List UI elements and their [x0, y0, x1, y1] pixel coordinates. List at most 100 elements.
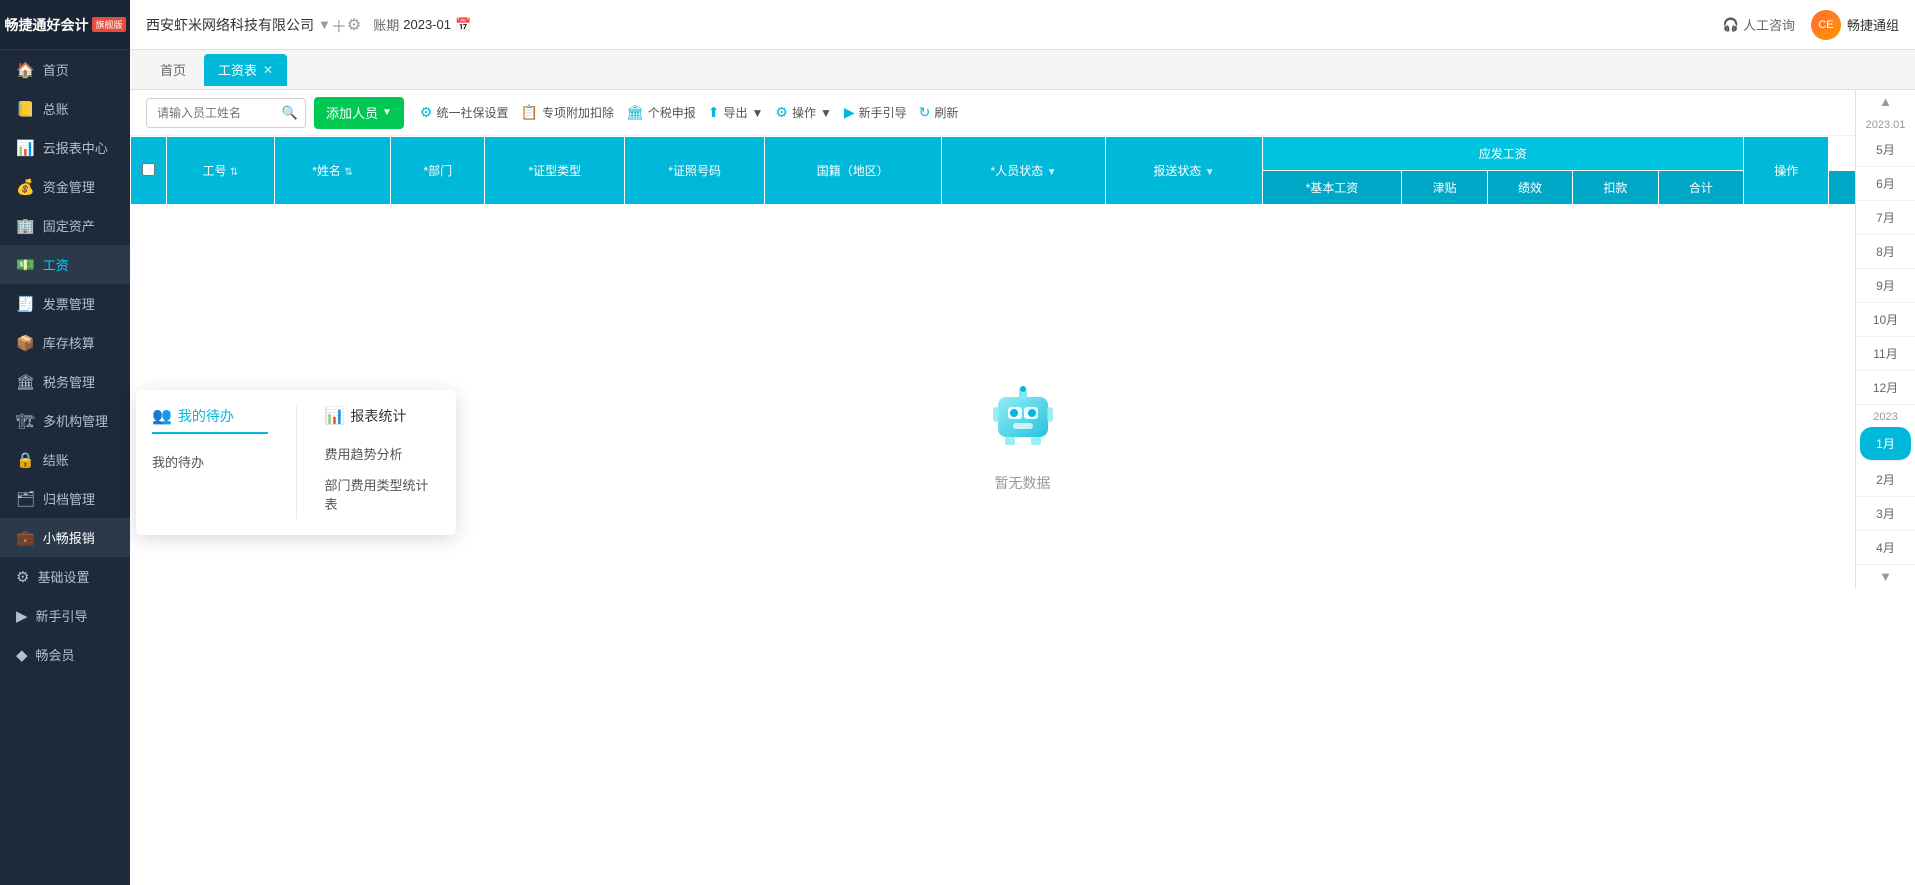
period-calendar-icon[interactable]: 📅: [455, 17, 471, 33]
th-allowance: 津贴: [1402, 171, 1487, 205]
basic-icon: ⚙: [16, 568, 29, 586]
newguide-icon: ▶: [16, 607, 28, 625]
th-salary-group: 应发工资: [1262, 137, 1743, 171]
sidebar-label-multi-org: 多机构管理: [43, 411, 108, 430]
popup-report-header: 📊 报表统计: [325, 406, 441, 426]
month-5-label: 5月: [1876, 143, 1895, 157]
month-1-label: 1月: [1876, 437, 1895, 451]
export-label: 导出: [723, 104, 747, 121]
report-section-icon: 📊: [325, 406, 345, 426]
tab-salary-table[interactable]: 工资表 ✕: [204, 54, 287, 86]
export-icon: ⬆: [708, 104, 720, 121]
sidebar-item-tax[interactable]: 🏛 税务管理: [0, 362, 130, 401]
month-item-4[interactable]: 4月: [1856, 531, 1915, 565]
sidebar-item-ledger[interactable]: 📒 总账: [0, 89, 130, 128]
user-info[interactable]: CE 畅捷通组: [1811, 10, 1899, 40]
tax-report-action[interactable]: 🏛 个税申报: [626, 104, 696, 121]
special-deduct-action[interactable]: 📋 专项附加扣除: [521, 104, 614, 121]
sidebar-item-fixed-assets[interactable]: 🏢 固定资产: [0, 206, 130, 245]
month-item-7[interactable]: 7月: [1856, 201, 1915, 235]
social-insurance-action[interactable]: ⚙ 统一社保设置: [420, 104, 509, 121]
sidebar-item-invoice[interactable]: 🧾 发票管理: [0, 284, 130, 323]
sidebar-item-inventory[interactable]: 📦 库存核算: [0, 323, 130, 362]
company-name: 西安虾米网络科技有限公司: [146, 15, 314, 35]
topbar: 西安虾米网络科技有限公司 ▼ ＋ ⚙ 账期 2023-01 📅 🎧 人工咨询 C…: [130, 0, 1915, 50]
sidebar-item-home[interactable]: 🏠 首页: [0, 50, 130, 89]
sidebar-label-closing: 结账: [43, 450, 69, 469]
month-item-11[interactable]: 11月: [1856, 337, 1915, 371]
month-item-9[interactable]: 9月: [1856, 269, 1915, 303]
checkbox-col-header[interactable]: [131, 137, 167, 205]
fund-icon: 💰: [16, 178, 35, 196]
month-item-6[interactable]: 6月: [1856, 167, 1915, 201]
service-button[interactable]: 🎧 人工咨询: [1723, 15, 1795, 34]
export-action[interactable]: ⬆ 导出 ▼: [708, 104, 764, 121]
sidebar-item-basic[interactable]: ⚙ 基础设置: [0, 557, 130, 596]
sort-icon-name[interactable]: ⇅: [344, 167, 352, 178]
popup-item-dept-cost[interactable]: 部门费用类型统计表: [325, 469, 441, 519]
refresh-action[interactable]: ↻ 刷新: [919, 104, 959, 121]
add-person-button[interactable]: 添加人员 ▼: [314, 97, 404, 129]
sidebar-item-closing[interactable]: 🔒 结账: [0, 440, 130, 479]
select-all-checkbox[interactable]: [142, 163, 155, 176]
xiaochang-icon: 💼: [16, 529, 35, 547]
month-nav-up[interactable]: ▲: [1856, 90, 1915, 113]
sidebar-item-member[interactable]: ◆ 畅会员: [0, 635, 130, 674]
new-guide-label: 新手引导: [859, 104, 907, 121]
person-status-filter-icon[interactable]: ▼: [1047, 167, 1057, 178]
popup-item-cost-trend[interactable]: 费用趋势分析: [325, 438, 441, 469]
month-item-2[interactable]: 2月: [1856, 463, 1915, 497]
th-performance: 绩效: [1487, 171, 1572, 205]
popup-item-mytodo[interactable]: 我的待办: [152, 446, 268, 477]
topbar-settings-icon[interactable]: ⚙: [347, 15, 361, 35]
sidebar-item-newguide[interactable]: ▶ 新手引导: [0, 596, 130, 635]
add-person-label: 添加人员: [326, 103, 378, 122]
month-item-5[interactable]: 5月: [1856, 133, 1915, 167]
report-status-filter-icon[interactable]: ▼: [1205, 167, 1215, 178]
sidebar-label-salary: 工资: [43, 255, 69, 274]
sidebar-item-cloud-report[interactable]: 📊 云报表中心: [0, 128, 130, 167]
sidebar-item-salary[interactable]: 💵 工资: [0, 245, 130, 284]
social-insurance-label: 统一社保设置: [436, 104, 508, 121]
month-item-1[interactable]: 1月: [1860, 427, 1911, 461]
search-icon[interactable]: 🔍: [282, 105, 298, 121]
sidebar-label-inventory: 库存核算: [43, 333, 95, 352]
popup-item-dept-cost-label: 部门费用类型统计表: [325, 478, 429, 512]
operation-action[interactable]: ⚙ 操作 ▼: [775, 104, 831, 121]
sidebar-label-cloud-report: 云报表中心: [43, 138, 108, 157]
th-total: 合计: [1658, 171, 1743, 205]
tab-home[interactable]: 首页: [146, 54, 200, 86]
sidebar-item-fund[interactable]: 💰 资金管理: [0, 167, 130, 206]
ledger-icon: 📒: [16, 100, 35, 118]
tab-home-label: 首页: [160, 60, 186, 79]
month-item-8[interactable]: 8月: [1856, 235, 1915, 269]
home-icon: 🏠: [16, 61, 35, 79]
sidebar-label-ledger: 总账: [43, 99, 69, 118]
sidebar-label-fund: 资金管理: [43, 177, 95, 196]
month-nav-down[interactable]: ▼: [1856, 565, 1915, 588]
popup-report-title: 报表统计: [350, 406, 406, 426]
th-name: *姓名 ⇅: [274, 137, 391, 205]
new-guide-action[interactable]: ▶ 新手引导: [844, 104, 907, 121]
user-avatar: CE: [1811, 10, 1841, 40]
sidebar-logo: 畅捷通好会计 旗舰版: [0, 0, 130, 50]
tab-close-icon[interactable]: ✕: [263, 63, 273, 77]
popup-sections: 👥 我的待办 我的待办 📊 报表统计 费用趋势分析 部门费用类型统计表: [152, 406, 440, 519]
sidebar-item-xiaochang[interactable]: 💼 小畅报销: [0, 518, 130, 557]
month-item-10[interactable]: 10月: [1856, 303, 1915, 337]
month-item-12[interactable]: 12月: [1856, 371, 1915, 405]
fixed-assets-icon: 🏢: [16, 217, 35, 235]
month-panel: ▲ 2023.01 5月 6月 7月 8月 9月 10月 11月 12月 202…: [1855, 90, 1915, 588]
social-insurance-icon: ⚙: [420, 104, 433, 121]
month-2-label: 2月: [1876, 473, 1895, 487]
month-year-top: 2023.01: [1856, 113, 1915, 133]
logo-text: 畅捷通好会计: [4, 15, 88, 35]
cloud-report-icon: 📊: [16, 139, 35, 157]
sidebar-label-xiaochang: 小畅报销: [43, 528, 95, 547]
sort-icon-id[interactable]: ⇅: [230, 167, 238, 178]
month-item-3[interactable]: 3月: [1856, 497, 1915, 531]
sidebar-item-multi-org[interactable]: 🏗 多机构管理: [0, 401, 130, 440]
sidebar-item-archive[interactable]: 🗂 归档管理: [0, 479, 130, 518]
topbar-add-icon[interactable]: ＋: [331, 13, 347, 37]
company-dropdown-icon[interactable]: ▼: [318, 17, 331, 32]
